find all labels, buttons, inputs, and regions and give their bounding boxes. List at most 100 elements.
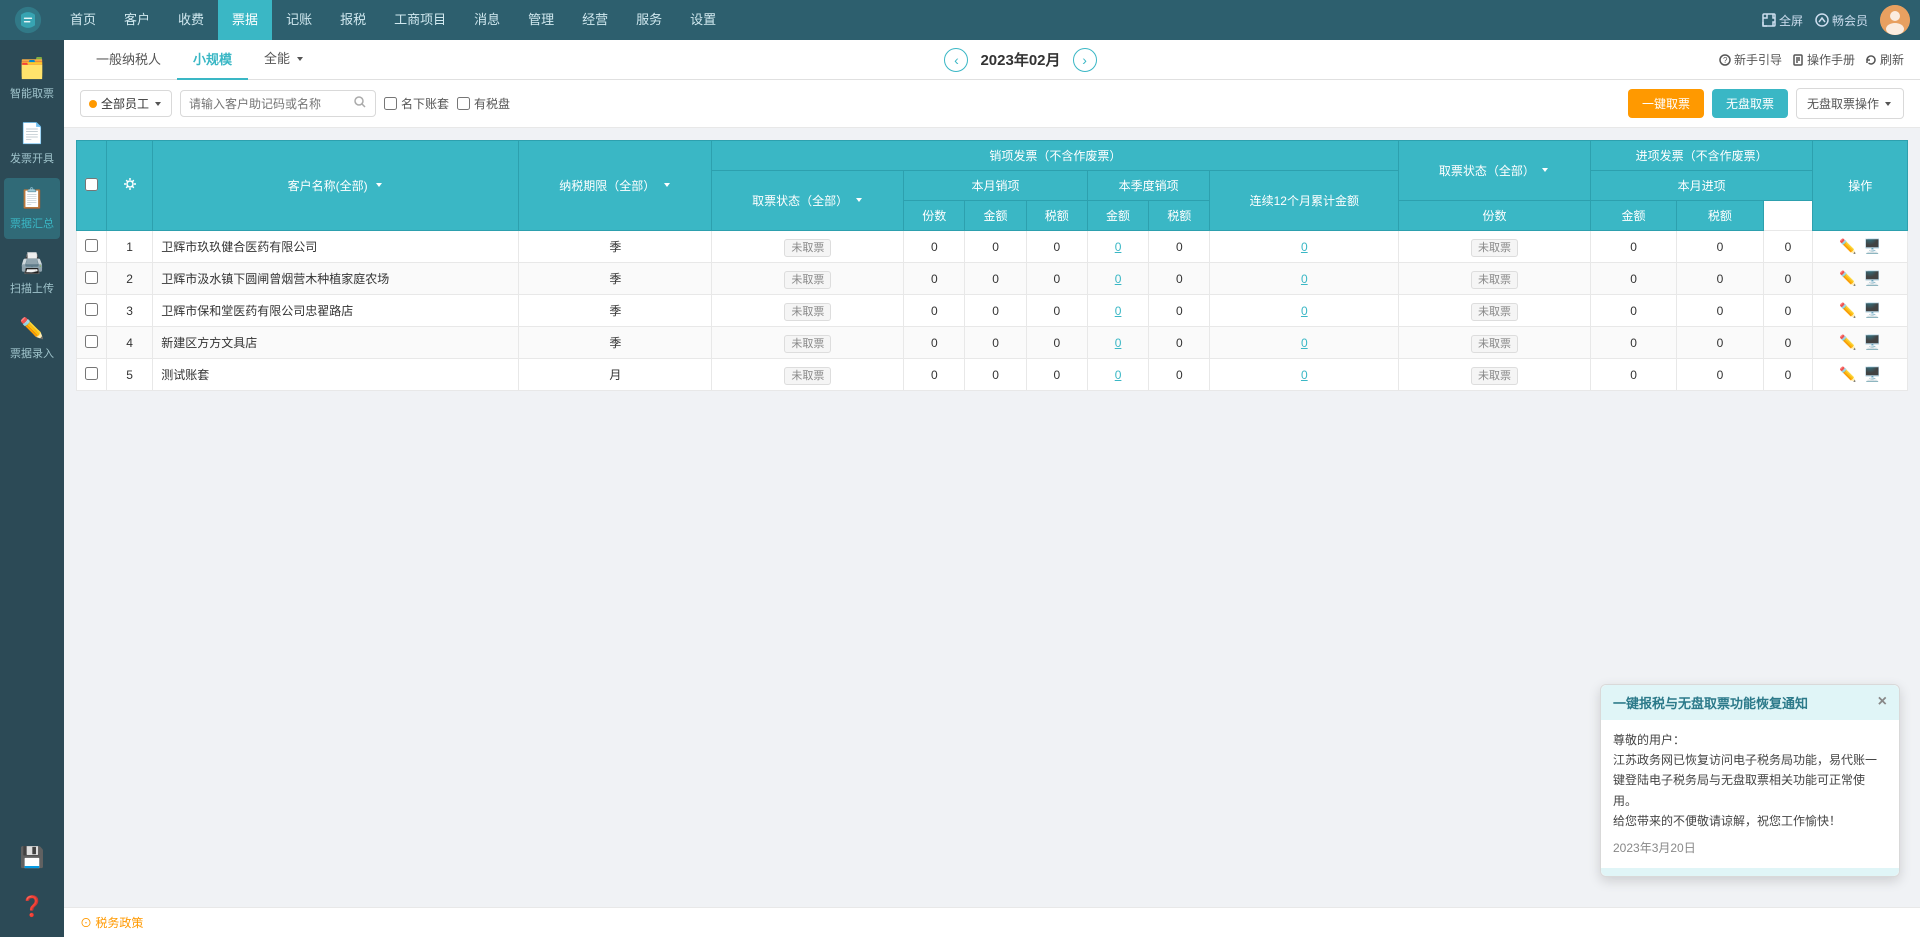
nav-items: 首页 客户 收费 票据 记账 报税 工商项目 消息 管理 经营 服务 设置	[56, 0, 1762, 40]
row-sales-12m: 0	[1210, 359, 1399, 391]
view-icon-3[interactable]: 🖥️	[1864, 334, 1881, 350]
row-sales-12m: 0	[1210, 295, 1399, 327]
nav-invoice[interactable]: 票据	[218, 0, 272, 40]
no-disk-ticket-btn[interactable]: 无盘取票	[1712, 89, 1788, 118]
no-disk-ops-btn[interactable]: 无盘取票操作	[1796, 88, 1904, 119]
table-row: 5 测试账套 月 未取票 0 0 0 0 0 0 未取票 0 0 0 ✏️ 🖥️	[77, 359, 1908, 391]
help-icon: ❓	[20, 894, 45, 919]
sidebar-item-invoice-open[interactable]: 📄 发票开具	[4, 113, 60, 174]
refresh-btn[interactable]: 刷新	[1865, 51, 1904, 68]
row-customer: 卫辉市保和堂医药有限公司忠翟路店	[153, 295, 519, 327]
nav-message[interactable]: 消息	[460, 0, 514, 40]
row-purchase-status: 未取票	[1399, 263, 1591, 295]
notification-header: 一键报税与无盘取票功能恢复通知 ×	[1601, 685, 1899, 720]
th-settings	[107, 141, 153, 231]
view-icon-1[interactable]: 🖥️	[1864, 270, 1881, 286]
edit-icon-3[interactable]: ✏️	[1839, 334, 1856, 350]
sidebar-item-invoice-summary[interactable]: 📋 票据汇总	[4, 178, 60, 239]
row-purchase-month-count: 0	[1590, 231, 1676, 263]
orange-dot	[89, 100, 97, 108]
sidebar-item-smart-ticket[interactable]: 🗂️ 智能取票	[4, 48, 60, 109]
row-checkbox-cell	[77, 327, 107, 359]
th-customer-name: 客户名称(全部)	[153, 141, 519, 231]
search-box	[180, 90, 376, 117]
row-purchase-month-tax: 0	[1763, 263, 1813, 295]
next-period-btn[interactable]: ›	[1073, 48, 1097, 72]
row-actions: ✏️ 🖥️	[1813, 327, 1908, 359]
nav-operation[interactable]: 经营	[568, 0, 622, 40]
nav-tax[interactable]: 报税	[326, 0, 380, 40]
view-icon-4[interactable]: 🖥️	[1864, 366, 1881, 382]
user-avatar[interactable]	[1880, 5, 1910, 35]
row-sales-quarter-tax: 0	[1149, 295, 1210, 327]
row-checkbox-3[interactable]	[85, 335, 98, 348]
nav-fee[interactable]: 收费	[164, 0, 218, 40]
nav-service[interactable]: 服务	[622, 0, 676, 40]
sidebar-item-scan-upload[interactable]: 🖨️ 扫描上传	[4, 243, 60, 304]
tax-policy-link[interactable]: ⊙ 税务政策	[80, 914, 143, 931]
row-sales-quarter-amount: 0	[1087, 295, 1148, 327]
th-sales-month-count: 份数	[904, 201, 965, 231]
row-purchase-month-amount: 0	[1677, 295, 1763, 327]
tab-all-capable[interactable]: 全能	[248, 40, 322, 80]
edit-icon-2[interactable]: ✏️	[1839, 302, 1856, 318]
nav-home[interactable]: 首页	[56, 0, 110, 40]
fullscreen-btn[interactable]: 全屏	[1762, 12, 1803, 29]
search-input[interactable]	[189, 97, 349, 111]
row-purchase-month-tax: 0	[1763, 231, 1813, 263]
th-month-purchase: 本月进项	[1590, 171, 1813, 201]
nav-customer[interactable]: 客户	[110, 0, 164, 40]
nav-business[interactable]: 工商项目	[380, 0, 460, 40]
name-account-filter[interactable]: 名下账套	[384, 95, 449, 112]
new-guide-btn[interactable]: ? 新手引导	[1719, 51, 1782, 68]
th-action: 操作	[1813, 141, 1908, 231]
search-icon[interactable]	[353, 95, 367, 112]
sidebar-item-invoice-entry[interactable]: ✏️ 票据录入	[4, 308, 60, 369]
tax-disk-filter[interactable]: 有税盘	[457, 95, 510, 112]
nav-manage[interactable]: 管理	[514, 0, 568, 40]
row-sales-status: 未取票	[712, 231, 904, 263]
edit-icon-1[interactable]: ✏️	[1839, 270, 1856, 286]
sidebar-item-help[interactable]: ❓	[4, 886, 60, 927]
name-account-checkbox[interactable]	[384, 97, 397, 110]
app-logo	[10, 2, 46, 38]
edit-icon-0[interactable]: ✏️	[1839, 238, 1856, 254]
manual-btn[interactable]: 操作手册	[1792, 51, 1855, 68]
notification-close-btn[interactable]: ×	[1878, 693, 1887, 711]
nav-bookkeeping[interactable]: 记账	[272, 0, 326, 40]
select-all-checkbox[interactable]	[85, 178, 98, 191]
row-no: 4	[107, 327, 153, 359]
one-key-ticket-btn[interactable]: 一键取票	[1628, 89, 1704, 118]
row-actions: ✏️ 🖥️	[1813, 359, 1908, 391]
invoice-table: 客户名称(全部) 纳税期限（全部） 销项发票（不含作废票） 取票状态（全部）	[76, 140, 1908, 391]
view-icon-2[interactable]: 🖥️	[1864, 302, 1881, 318]
row-sales-quarter-tax: 0	[1149, 327, 1210, 359]
row-checkbox-2[interactable]	[85, 303, 98, 316]
view-icon-0[interactable]: 🖥️	[1864, 238, 1881, 254]
row-checkbox-0[interactable]	[85, 239, 98, 252]
notification-scrollbar[interactable]	[1601, 868, 1899, 876]
download-icon: 💾	[20, 845, 45, 870]
row-checkbox-4[interactable]	[85, 367, 98, 380]
edit-icon-4[interactable]: ✏️	[1839, 366, 1856, 382]
svg-text:?: ?	[1723, 56, 1728, 65]
nav-settings[interactable]: 设置	[676, 0, 730, 40]
tab-general-taxpayer[interactable]: 一般纳税人	[80, 40, 177, 80]
th-12m: 连续12个月累计金额	[1210, 171, 1399, 231]
sidebar-item-download[interactable]: 💾	[4, 837, 60, 878]
sidebar: 🗂️ 智能取票 📄 发票开具 📋 票据汇总 🖨️ 扫描上传 ✏️ 票据录入 💾 …	[0, 40, 64, 937]
tax-disk-checkbox[interactable]	[457, 97, 470, 110]
row-checkbox-1[interactable]	[85, 271, 98, 284]
row-sales-month-count: 0	[904, 327, 965, 359]
prev-period-btn[interactable]: ‹	[944, 48, 968, 72]
member-btn[interactable]: 畅会员	[1815, 12, 1868, 29]
employee-filter-select[interactable]: 全部员工	[80, 90, 172, 117]
table-row: 1 卫辉市玖玖健合医药有限公司 季 未取票 0 0 0 0 0 0 未取票 0 …	[77, 231, 1908, 263]
row-sales-month-amount: 0	[965, 359, 1026, 391]
row-customer: 卫辉市玖玖健合医药有限公司	[153, 231, 519, 263]
tab-small-scale[interactable]: 小规模	[177, 40, 248, 80]
row-sales-month-tax: 0	[1026, 327, 1087, 359]
th-purchase-month-amount: 金额	[1590, 201, 1676, 231]
row-checkbox-cell	[77, 359, 107, 391]
row-sales-12m: 0	[1210, 231, 1399, 263]
